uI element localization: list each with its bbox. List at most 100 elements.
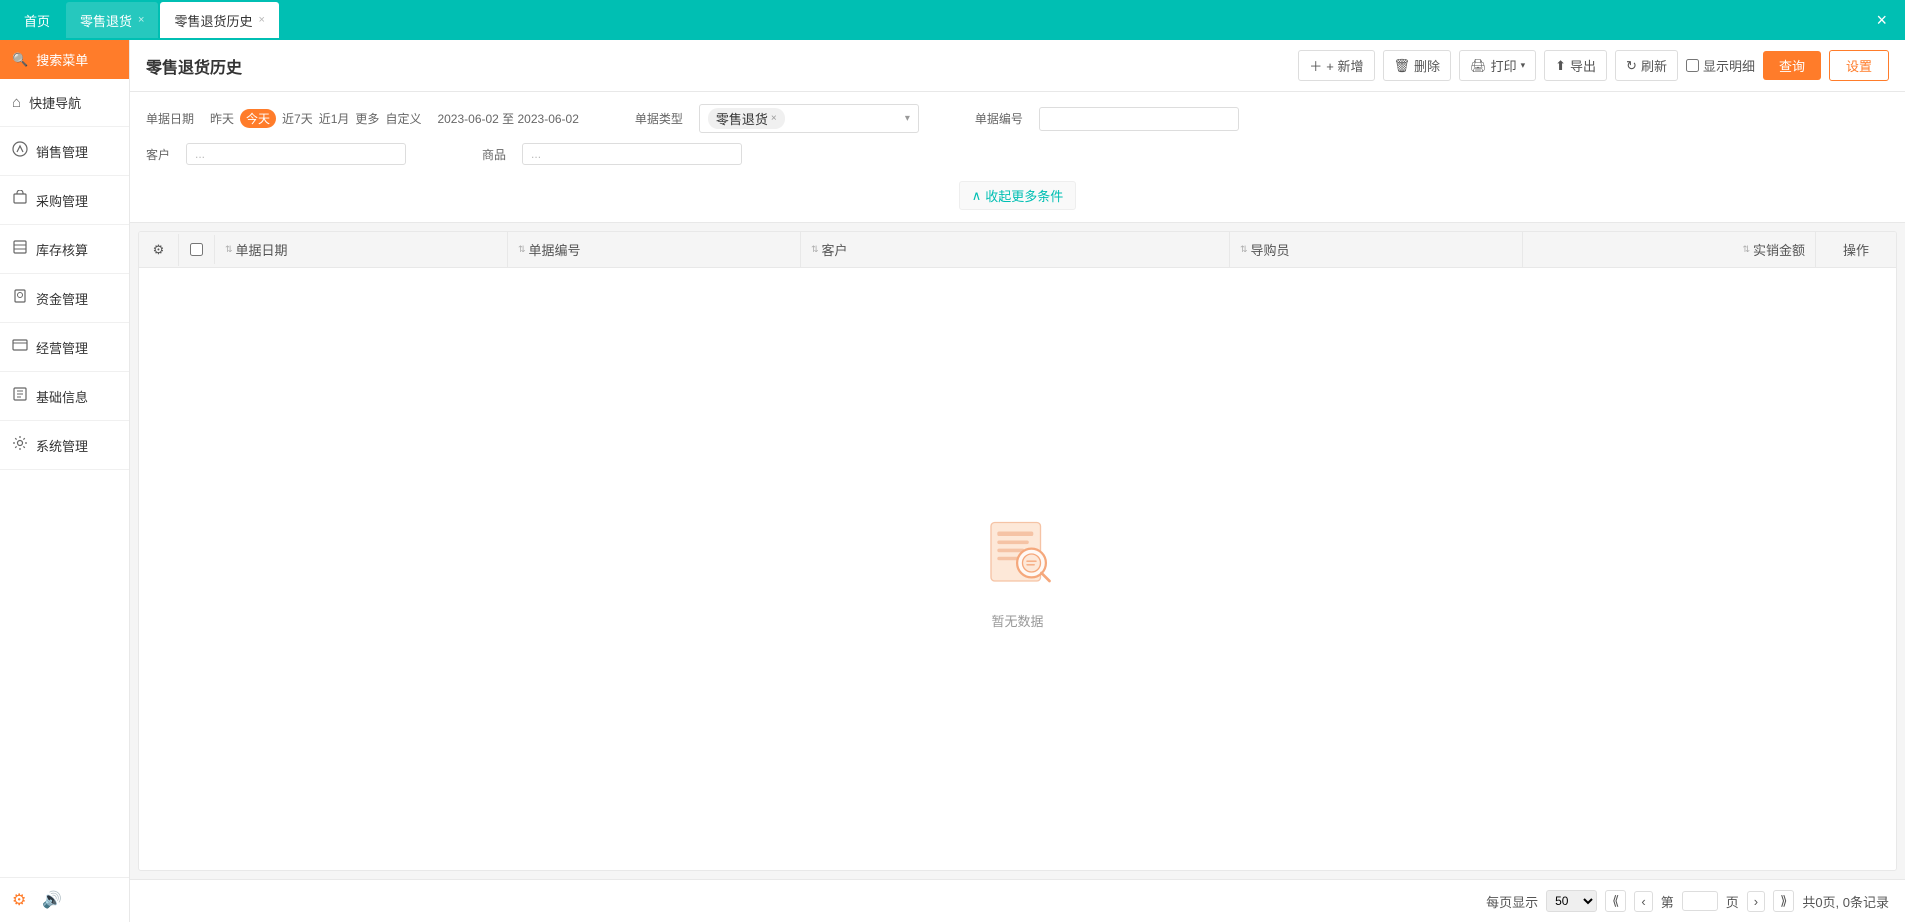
sort-amount-icon[interactable]: ⇅ xyxy=(1742,245,1750,254)
customer-label: 客户 xyxy=(146,146,170,163)
date-opt-yesterday[interactable]: 昨天 xyxy=(210,110,234,127)
sidebar-item-sales[interactable]: 销售管理 xyxy=(0,127,129,176)
type-filter-label: 单据类型 xyxy=(635,110,683,127)
sidebar-label-system: 系统管理 xyxy=(36,436,88,455)
date-filter-label: 单据日期 xyxy=(146,110,194,127)
sidebar-item-finance[interactable]: 资金管理 xyxy=(0,274,129,323)
refresh-button[interactable]: ↻ 刷新 xyxy=(1615,50,1678,81)
new-button[interactable]: ＋ + 新增 xyxy=(1298,50,1374,81)
date-range: 2023-06-02 至 2023-06-02 xyxy=(437,110,578,127)
sort-date-icon[interactable]: ⇅ xyxy=(225,245,233,254)
th-date-label: 单据日期 xyxy=(236,240,288,259)
prev-page-button[interactable]: ‹ xyxy=(1634,891,1652,912)
query-button[interactable]: 查询 xyxy=(1763,51,1821,80)
type-tag-close[interactable]: × xyxy=(771,113,777,124)
print-icon: 🖨 xyxy=(1470,58,1487,74)
tab-retail-return[interactable]: 零售退货 × xyxy=(66,2,158,38)
search-menu[interactable]: 🔍 搜索菜单 xyxy=(0,40,129,79)
top-close-button[interactable]: × xyxy=(1868,10,1895,31)
show-detail-checkbox[interactable] xyxy=(1686,59,1699,72)
sidebar-item-quick-nav[interactable]: ⌂ 快捷导航 xyxy=(0,79,129,127)
sidebar-label-finance: 资金管理 xyxy=(36,289,88,308)
print-label: 打印 xyxy=(1491,56,1517,75)
th-order-no: ⇅ 单据编号 xyxy=(508,232,801,267)
new-icon: ＋ xyxy=(1309,56,1322,75)
customer-select[interactable]: ... xyxy=(186,143,406,165)
tab-retail-return-history[interactable]: 零售退货历史 × xyxy=(160,2,278,38)
th-amount: ⇅ 实销金额 xyxy=(1523,232,1816,267)
th-customer-label: 客户 xyxy=(822,240,848,259)
sidebar-label-basic-info: 基础信息 xyxy=(36,387,88,406)
collapse-label: 收起更多条件 xyxy=(985,186,1063,205)
date-opt-last7[interactable]: 近7天 xyxy=(282,110,313,127)
sidebar-label-operation: 经营管理 xyxy=(36,338,88,357)
th-ops-label: 操作 xyxy=(1843,240,1869,259)
export-icon: ⬆ xyxy=(1555,58,1566,74)
sidebar-label-purchase: 采购管理 xyxy=(36,191,88,210)
sidebar-item-basic-info[interactable]: 基础信息 xyxy=(0,372,129,421)
filter-row-2: 客户 ... 商品 ... xyxy=(146,143,1889,165)
per-page-select[interactable]: 50 10 20 100 xyxy=(1546,890,1597,912)
basic-info-icon xyxy=(12,386,28,406)
date-opt-custom[interactable]: 自定义 xyxy=(385,110,421,127)
delete-button[interactable]: 🗑 删除 xyxy=(1383,50,1452,81)
date-opt-last1m[interactable]: 近1月 xyxy=(319,110,350,127)
date-opt-more[interactable]: 更多 xyxy=(355,110,379,127)
collapse-button[interactable]: ∧ 收起更多条件 xyxy=(959,181,1077,210)
table-header: ⚙ ⇅ 单据日期 ⇅ 单据编号 ⇅ 客户 ⇅ xyxy=(139,232,1896,268)
sidebar-item-purchase[interactable]: 采购管理 xyxy=(0,176,129,225)
sidebar-label-quick-nav: 快捷导航 xyxy=(29,93,81,112)
th-check[interactable] xyxy=(179,235,215,264)
content-area: 零售退货历史 ＋ + 新增 🗑 删除 🖨 打印 ▾ ⬆ 导出 xyxy=(130,40,1905,922)
show-detail-text: 显示明细 xyxy=(1703,56,1755,75)
volume-icon[interactable]: 🔊 xyxy=(42,890,62,910)
tab-retail-return-history-close[interactable]: × xyxy=(258,14,264,26)
home-icon: ⌂ xyxy=(12,94,21,111)
export-button[interactable]: ⬆ 导出 xyxy=(1544,50,1607,81)
type-tag-label: 零售退货 xyxy=(716,109,768,128)
order-no-label: 单据编号 xyxy=(975,110,1023,127)
page-input[interactable]: 1 xyxy=(1682,891,1718,911)
product-select[interactable]: ... xyxy=(522,143,742,165)
page-unit: 页 xyxy=(1726,892,1739,911)
delete-label: 删除 xyxy=(1414,56,1440,75)
date-options: 昨天 今天 近7天 近1月 更多 自定义 xyxy=(210,109,421,128)
search-icon: 🔍 xyxy=(12,52,28,68)
sidebar-label-inventory: 库存核算 xyxy=(36,240,88,259)
order-no-input[interactable] xyxy=(1039,107,1239,131)
sort-orderno-icon[interactable]: ⇅ xyxy=(518,245,526,254)
refresh-icon: ↻ xyxy=(1626,58,1637,74)
tab-retail-return-close[interactable]: × xyxy=(138,14,144,26)
first-page-button[interactable]: ⟪ xyxy=(1605,890,1626,912)
th-customer: ⇅ 客户 xyxy=(801,232,1230,267)
tab-bar: 首页 零售退货 × 零售退货历史 × xyxy=(10,2,1868,38)
sort-guide-icon[interactable]: ⇅ xyxy=(1240,245,1248,254)
sidebar-item-system[interactable]: 系统管理 xyxy=(0,421,129,470)
tab-retail-return-history-label: 零售退货历史 xyxy=(174,11,252,30)
table-setting-icon[interactable]: ⚙ xyxy=(153,242,165,258)
th-ops: 操作 xyxy=(1816,232,1896,267)
setting-button[interactable]: 设置 xyxy=(1829,50,1889,81)
system-icon xyxy=(12,435,28,455)
search-menu-label: 搜索菜单 xyxy=(36,50,88,69)
tab-home[interactable]: 首页 xyxy=(10,5,64,36)
next-page-button[interactable]: › xyxy=(1747,891,1765,912)
settings-gear-icon[interactable]: ⚙ xyxy=(12,890,26,910)
empty-text: 暂无数据 xyxy=(991,611,1043,630)
purchase-icon xyxy=(12,190,28,210)
print-arrow-icon: ▾ xyxy=(1521,60,1526,71)
th-guide: ⇅ 导购员 xyxy=(1230,232,1523,267)
type-select[interactable]: 零售退货 × ▾ xyxy=(699,104,919,133)
select-all-checkbox[interactable] xyxy=(190,243,203,256)
sort-customer-icon[interactable]: ⇅ xyxy=(811,245,819,254)
print-button[interactable]: 🖨 打印 ▾ xyxy=(1459,50,1536,81)
operation-icon xyxy=(12,337,28,357)
tab-retail-return-label: 零售退货 xyxy=(80,11,132,30)
sidebar-label-sales: 销售管理 xyxy=(36,142,88,161)
last-page-button[interactable]: ⟫ xyxy=(1773,890,1794,912)
sidebar-item-inventory[interactable]: 库存核算 xyxy=(0,225,129,274)
sidebar-item-operation[interactable]: 经营管理 xyxy=(0,323,129,372)
toolbar: ＋ + 新增 🗑 删除 🖨 打印 ▾ ⬆ 导出 ↻ xyxy=(1298,50,1889,81)
th-setting[interactable]: ⚙ xyxy=(139,234,179,266)
date-opt-today[interactable]: 今天 xyxy=(240,109,276,128)
